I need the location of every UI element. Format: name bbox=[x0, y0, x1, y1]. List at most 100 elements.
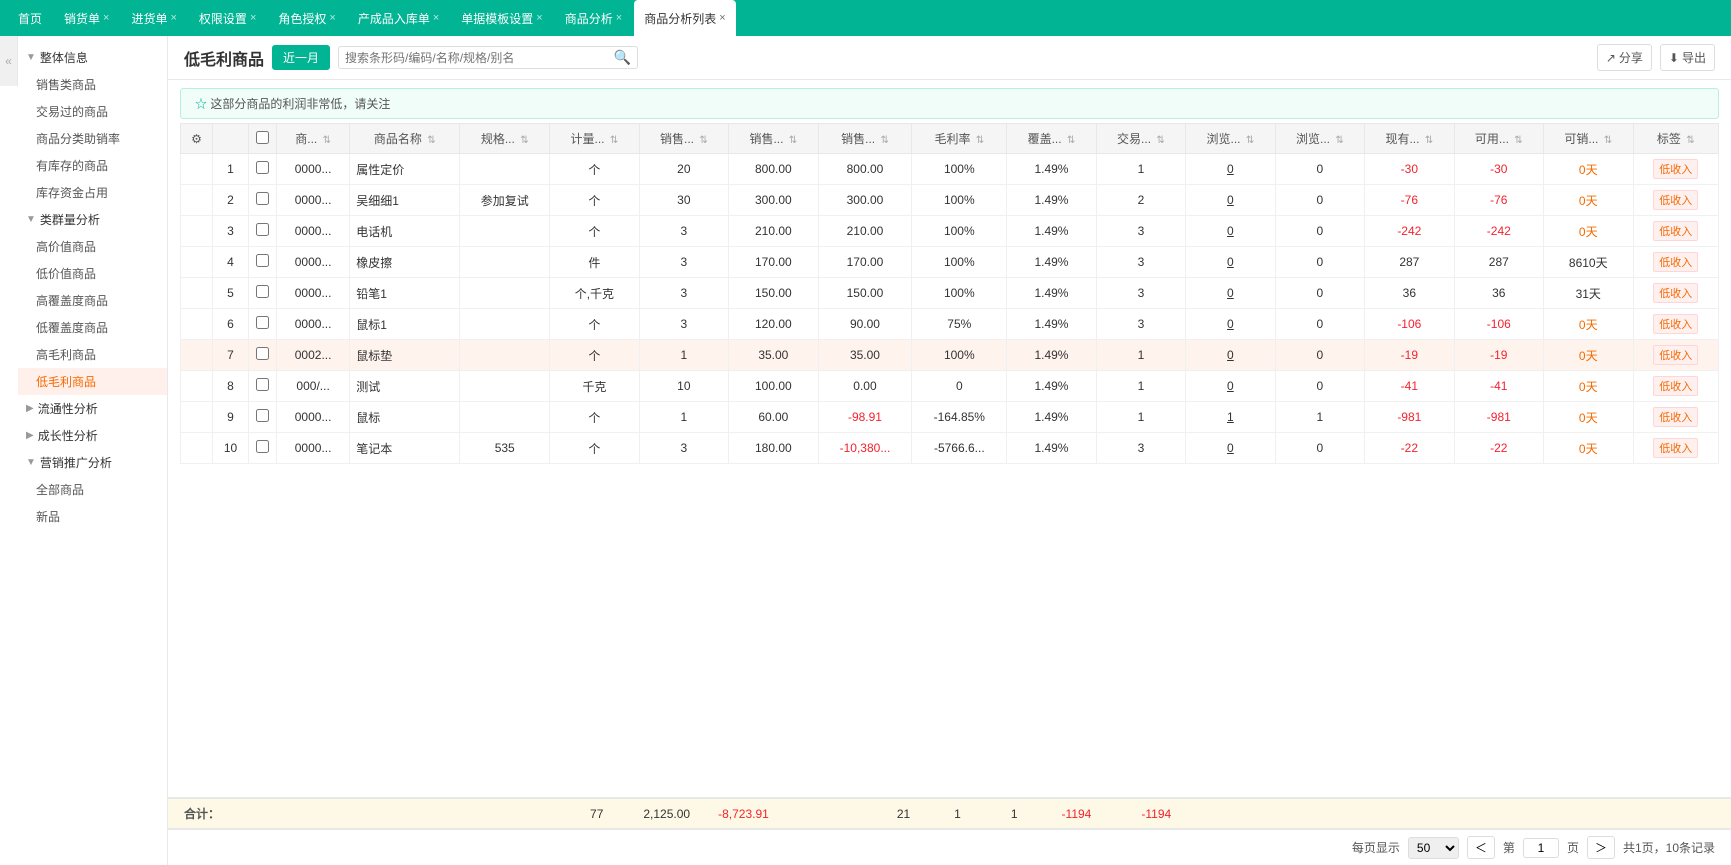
row-checkbox[interactable] bbox=[256, 254, 269, 267]
sidebar-item-capital[interactable]: 库存资金占用 bbox=[18, 179, 167, 206]
search-box[interactable]: 🔍 bbox=[338, 46, 638, 69]
td-tag: 低收入 bbox=[1633, 185, 1719, 216]
th-sales-amount[interactable]: 销售... ⇅ bbox=[818, 124, 912, 154]
per-page-select[interactable]: 50 20 100 bbox=[1408, 837, 1459, 859]
th-code[interactable]: 商... ⇅ bbox=[277, 124, 350, 154]
th-saleable[interactable]: 可销... ⇅ bbox=[1544, 124, 1633, 154]
nav-home[interactable]: 首页 bbox=[8, 0, 52, 36]
nav-close-product-entry[interactable]: × bbox=[433, 12, 439, 24]
th-gross-rate[interactable]: 毛利率 ⇅ bbox=[912, 124, 1007, 154]
select-all-checkbox[interactable] bbox=[256, 131, 269, 144]
share-button[interactable]: ↗ 分享 bbox=[1597, 44, 1652, 71]
nav-close-permission[interactable]: × bbox=[250, 12, 256, 24]
sidebar-item-new-goods[interactable]: 新品 bbox=[18, 503, 167, 530]
th-name[interactable]: 商品名称 ⇅ bbox=[350, 124, 460, 154]
search-icon[interactable]: 🔍 bbox=[614, 49, 631, 66]
sidebar-collapse-btn[interactable]: « bbox=[0, 36, 18, 86]
td-view1[interactable]: 0 bbox=[1186, 340, 1275, 371]
sidebar-item-category-rate[interactable]: 商品分类助销率 bbox=[18, 125, 167, 152]
td-check[interactable] bbox=[249, 371, 277, 402]
nav-close-sales[interactable]: × bbox=[103, 12, 109, 24]
nav-close-goods-analysis[interactable]: × bbox=[616, 12, 622, 24]
sidebar-item-sales-goods[interactable]: 销售类商品 bbox=[18, 71, 167, 98]
nav-permission[interactable]: 权限设置 × bbox=[189, 0, 266, 36]
sidebar-group-circulation[interactable]: ▶ 流通性分析 bbox=[18, 395, 167, 422]
sidebar-group-cluster[interactable]: ▼ 类群量分析 bbox=[18, 206, 167, 233]
sidebar-group-growth[interactable]: ▶ 成长性分析 bbox=[18, 422, 167, 449]
row-checkbox[interactable] bbox=[256, 161, 269, 174]
nav-close-template[interactable]: × bbox=[536, 12, 542, 24]
nav-goods-analysis-list[interactable]: 商品分析列表 × bbox=[634, 0, 735, 36]
td-check[interactable] bbox=[249, 433, 277, 464]
nav-sales[interactable]: 销货单 × bbox=[54, 0, 119, 36]
th-coverage[interactable]: 覆盖... ⇅ bbox=[1007, 124, 1096, 154]
td-sales-amount: 210.00 bbox=[818, 216, 912, 247]
th-tag[interactable]: 标签 ⇅ bbox=[1633, 124, 1719, 154]
sidebar-item-high-margin[interactable]: 高毛利商品 bbox=[18, 341, 167, 368]
nav-close-purchase[interactable]: × bbox=[170, 12, 176, 24]
th-transaction[interactable]: 交易... ⇅ bbox=[1096, 124, 1185, 154]
td-view1[interactable]: 0 bbox=[1186, 309, 1275, 340]
nav-product-entry[interactable]: 产成品入库单 × bbox=[348, 0, 449, 36]
nav-close-goods-analysis-list[interactable]: × bbox=[719, 12, 725, 24]
td-view1[interactable]: 0 bbox=[1186, 371, 1275, 402]
row-checkbox[interactable] bbox=[256, 440, 269, 453]
search-input[interactable] bbox=[345, 51, 614, 65]
row-checkbox[interactable] bbox=[256, 223, 269, 236]
nav-purchase[interactable]: 进货单 × bbox=[121, 0, 186, 36]
table-wrapper[interactable]: ⚙ 商... ⇅ 商品名称 ⇅ 规格... ⇅ 计量... ⇅ 销售... ⇅ … bbox=[180, 123, 1719, 797]
td-check[interactable] bbox=[249, 340, 277, 371]
td-coverage: 1.49% bbox=[1007, 247, 1096, 278]
sidebar-item-high-coverage[interactable]: 高覆盖度商品 bbox=[18, 287, 167, 314]
nav-role[interactable]: 角色授权 × bbox=[268, 0, 345, 36]
td-check[interactable] bbox=[249, 309, 277, 340]
tab-recent-month[interactable]: 近一月 bbox=[272, 45, 330, 70]
row-checkbox[interactable] bbox=[256, 285, 269, 298]
row-checkbox[interactable] bbox=[256, 378, 269, 391]
td-check[interactable] bbox=[249, 216, 277, 247]
sidebar-group-marketing[interactable]: ▼ 营销推广分析 bbox=[18, 449, 167, 476]
next-page-btn[interactable]: ＞ bbox=[1587, 836, 1615, 859]
sidebar-item-low-coverage[interactable]: 低覆盖度商品 bbox=[18, 314, 167, 341]
td-view1[interactable]: 1 bbox=[1186, 402, 1275, 433]
td-check[interactable] bbox=[249, 402, 277, 433]
th-available[interactable]: 可用... ⇅ bbox=[1454, 124, 1543, 154]
nav-goods-analysis[interactable]: 商品分析 × bbox=[555, 0, 632, 36]
td-view1[interactable]: 0 bbox=[1186, 185, 1275, 216]
th-sales-qty[interactable]: 销售... ⇅ bbox=[639, 124, 728, 154]
th-spec[interactable]: 规格... ⇅ bbox=[460, 124, 550, 154]
prev-page-btn[interactable]: ＜ bbox=[1467, 836, 1495, 859]
row-checkbox[interactable] bbox=[256, 347, 269, 360]
td-check[interactable] bbox=[249, 278, 277, 309]
row-checkbox[interactable] bbox=[256, 192, 269, 205]
td-view1[interactable]: 0 bbox=[1186, 278, 1275, 309]
td-check[interactable] bbox=[249, 247, 277, 278]
td-check[interactable] bbox=[249, 185, 277, 216]
th-current[interactable]: 现有... ⇅ bbox=[1365, 124, 1454, 154]
th-check[interactable] bbox=[249, 124, 277, 154]
sidebar-item-traded-goods[interactable]: 交易过的商品 bbox=[18, 98, 167, 125]
th-view2[interactable]: 浏览... ⇅ bbox=[1275, 124, 1364, 154]
th-settings[interactable]: ⚙ bbox=[181, 124, 213, 154]
td-check[interactable] bbox=[249, 154, 277, 185]
nav-template[interactable]: 单据模板设置 × bbox=[451, 0, 552, 36]
td-view1[interactable]: 0 bbox=[1186, 433, 1275, 464]
td-view1[interactable]: 0 bbox=[1186, 216, 1275, 247]
page-input[interactable] bbox=[1523, 838, 1559, 858]
th-unit[interactable]: 计量... ⇅ bbox=[550, 124, 639, 154]
sidebar-item-low-value[interactable]: 低价值商品 bbox=[18, 260, 167, 287]
row-checkbox[interactable] bbox=[256, 316, 269, 329]
sidebar-item-high-value[interactable]: 高价值商品 bbox=[18, 233, 167, 260]
td-saleable: 0天 bbox=[1544, 185, 1633, 216]
td-view1[interactable]: 0 bbox=[1186, 154, 1275, 185]
row-checkbox[interactable] bbox=[256, 409, 269, 422]
sidebar-item-all-goods[interactable]: 全部商品 bbox=[18, 476, 167, 503]
export-button[interactable]: ⬇ 导出 bbox=[1660, 44, 1715, 71]
sidebar-item-low-margin[interactable]: 低毛利商品 bbox=[18, 368, 167, 395]
sidebar-item-inventory-goods[interactable]: 有库存的商品 bbox=[18, 152, 167, 179]
td-view1[interactable]: 0 bbox=[1186, 247, 1275, 278]
sidebar-group-overall[interactable]: ▼ 整体信息 bbox=[18, 44, 167, 71]
th-sales-price[interactable]: 销售... ⇅ bbox=[729, 124, 818, 154]
th-view1[interactable]: 浏览... ⇅ bbox=[1186, 124, 1275, 154]
nav-close-role[interactable]: × bbox=[329, 12, 335, 24]
